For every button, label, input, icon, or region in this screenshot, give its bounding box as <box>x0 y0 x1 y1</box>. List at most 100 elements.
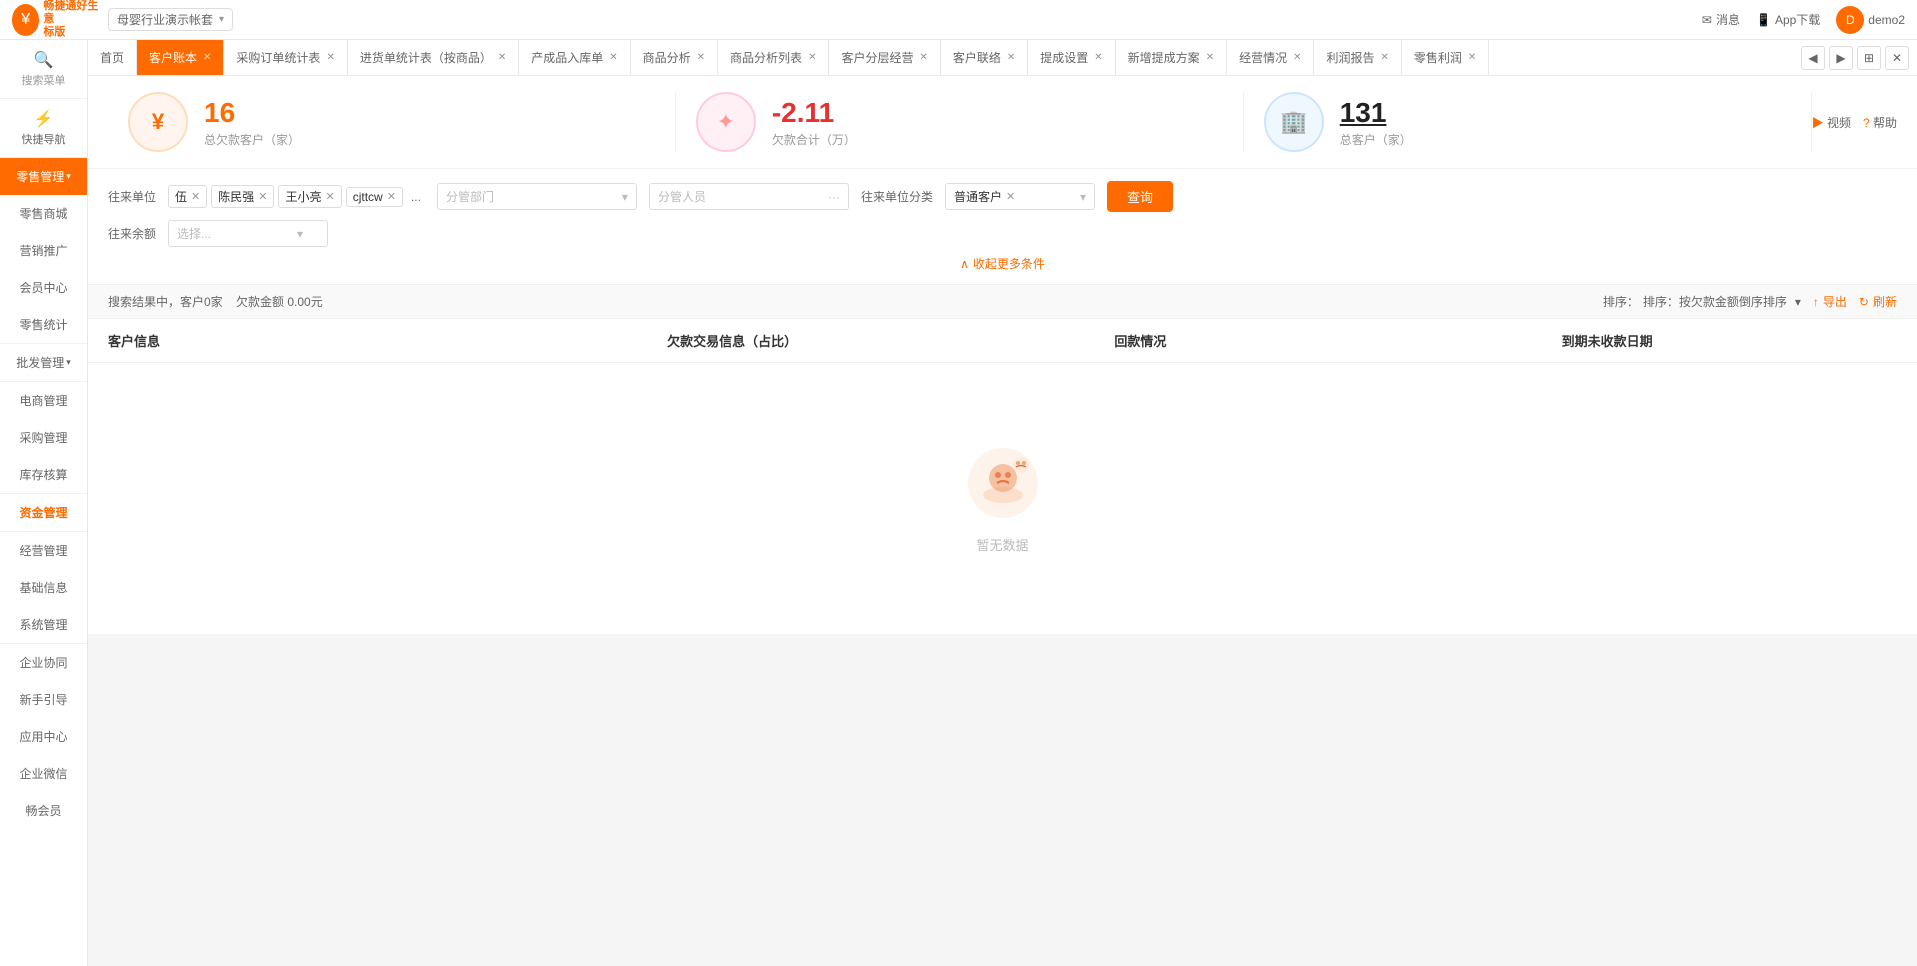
user-menu[interactable]: D demo2 <box>1836 6 1905 34</box>
col-header-customer: 客户信息 <box>108 331 667 350</box>
refresh-button[interactable]: ↻ 刷新 <box>1859 293 1897 310</box>
sidebar: 🔍 搜索菜单 ⚡ 快捷导航 零售管理 ▾ 零售商城 营销推广 会员中心 零售统计… <box>0 40 88 966</box>
help-link[interactable]: ? 帮助 <box>1863 114 1897 131</box>
message-button[interactable]: ✉ 消息 <box>1702 11 1740 28</box>
unit-filter-tags: 伍 ✕ 陈民强 ✕ 王小亮 ✕ cjttcw ✕ <box>168 185 425 208</box>
chevron-down-icon: ▾ <box>297 227 303 241</box>
balance-filter[interactable]: 选择... ▾ <box>168 220 328 247</box>
sidebar-item-system[interactable]: 系统管理 <box>0 606 87 644</box>
sidebar-search[interactable]: 🔍 搜索菜单 <box>0 40 87 99</box>
sidebar-item-wholesale-management[interactable]: 批发管理 ▾ <box>0 344 87 382</box>
page-top-actions: ▶ 视频 ? 帮助 <box>1812 114 1897 131</box>
result-info: 搜索结果中，客户0家 欠款金额 0.00元 <box>108 293 323 310</box>
collapse-button[interactable]: ∧ 收起更多条件 <box>960 255 1045 272</box>
sidebar-item-member[interactable]: 畅会员 <box>0 792 87 829</box>
sidebar-item-ecommerce[interactable]: 电商管理 <box>0 382 87 419</box>
filter-area: 往来单位 伍 ✕ 陈民强 ✕ 王小亮 ✕ <box>88 169 1917 285</box>
tab-close-icon[interactable]: ✕ <box>326 52 334 63</box>
app-download-button[interactable]: 📱 App下载 <box>1756 11 1820 28</box>
tab-close-icon[interactable]: ✕ <box>1007 52 1015 63</box>
chevron-up-icon: ∧ <box>960 257 969 271</box>
sidebar-item-operations[interactable]: 经营管理 <box>0 532 87 569</box>
sidebar-item-marketing[interactable]: 营销推广 <box>0 232 87 269</box>
person-filter[interactable]: 分管人员 ··· <box>649 183 849 210</box>
sidebar-item-retail-management[interactable]: 零售管理 ▾ <box>0 158 87 195</box>
tab-new-commission[interactable]: 新增提成方案 ✕ <box>1116 40 1227 76</box>
sidebar-item-enterprise-collab[interactable]: 企业协同 <box>0 644 87 681</box>
tab-close-icon[interactable]: ✕ <box>1381 52 1389 63</box>
tab-finished-goods[interactable]: 产成品入库单 ✕ <box>519 40 630 76</box>
stat-debt-total: ✦ -2.11 欠款合计（万） <box>676 92 1244 152</box>
tab-close-icon[interactable]: ✕ <box>609 52 617 63</box>
sidebar-item-finance[interactable]: 资金管理 <box>0 494 87 532</box>
sidebar-item-inventory[interactable]: 库存核算 <box>0 456 87 494</box>
store-selector[interactable]: 母婴行业演示帐套 ▾ <box>108 8 233 31</box>
tab-close-icon[interactable]: ✕ <box>203 52 211 63</box>
classify-tag[interactable]: 普通客户 ✕ <box>954 188 1015 205</box>
chevron-down-icon: ▾ <box>219 14 224 25</box>
tab-profit-report[interactable]: 利润报告 ✕ <box>1314 40 1401 76</box>
tab-close-icon[interactable]: ✕ <box>808 52 816 63</box>
tab-product-analysis-list[interactable]: 商品分析列表 ✕ <box>718 40 829 76</box>
tab-home[interactable]: 首页 <box>88 40 137 76</box>
avatar: D <box>1836 6 1864 34</box>
filter-tag-cjttcw[interactable]: cjttcw ✕ <box>346 187 403 207</box>
tab-prev-button[interactable]: ◀ <box>1801 46 1825 70</box>
tab-bar: 首页 客户账本 ✕ 采购订单统计表 ✕ 进货单统计表（按商品） ✕ 产成品入库单… <box>88 40 1917 76</box>
tab-close-icon[interactable]: ✕ <box>1094 52 1102 63</box>
ellipsis-icon: ··· <box>828 190 840 204</box>
search-icon: 🔍 <box>4 50 83 70</box>
tab-purchase-order-stats[interactable]: 采购订单统计表 ✕ <box>224 40 347 76</box>
tab-close-icon[interactable]: ✕ <box>1468 52 1476 63</box>
tab-next-button[interactable]: ▶ <box>1829 46 1853 70</box>
filter-more-tags[interactable]: ... <box>407 188 425 206</box>
chevron-down-icon: ▾ <box>1795 295 1801 309</box>
filter-tag-wang[interactable]: 王小亮 ✕ <box>278 185 341 208</box>
sidebar-item-app-center[interactable]: 应用中心 <box>0 718 87 755</box>
tab-business-status[interactable]: 经营情况 ✕ <box>1227 40 1314 76</box>
remove-tag-icon[interactable]: ✕ <box>387 190 396 203</box>
sidebar-quick-nav[interactable]: ⚡ 快捷导航 <box>0 99 87 158</box>
tab-customer-contact[interactable]: 客户联络 ✕ <box>941 40 1028 76</box>
sidebar-item-wechat[interactable]: 企业微信 <box>0 755 87 792</box>
tab-purchase-stats-by-product[interactable]: 进货单统计表（按商品） ✕ <box>348 40 519 76</box>
sidebar-item-purchase[interactable]: 采购管理 <box>0 419 87 456</box>
query-button[interactable]: 查询 <box>1107 181 1173 212</box>
tab-close-icon[interactable]: ✕ <box>919 52 927 63</box>
tab-close-icon[interactable]: ✕ <box>1206 52 1214 63</box>
sidebar-item-newbie[interactable]: 新手引导 <box>0 681 87 718</box>
sidebar-item-basic-info[interactable]: 基础信息 <box>0 569 87 606</box>
video-link[interactable]: ▶ 视频 <box>1812 114 1851 131</box>
tab-close-all-button[interactable]: ✕ <box>1885 46 1909 70</box>
stat-icon-total: 🏢 <box>1264 92 1324 152</box>
sort-selector[interactable]: 排序： 排序：按欠款金额倒序排序 ▾ <box>1603 293 1801 310</box>
filter-tag-chen[interactable]: 陈民强 ✕ <box>211 185 274 208</box>
col-header-repay: 回款情况 <box>1114 331 1561 350</box>
tab-close-icon[interactable]: ✕ <box>697 52 705 63</box>
filter-tag-wu[interactable]: 伍 ✕ <box>168 185 207 208</box>
sidebar-item-member-center[interactable]: 会员中心 <box>0 269 87 306</box>
empty-text: 暂无数据 <box>976 535 1028 554</box>
sidebar-item-retail-stats[interactable]: 零售统计 <box>0 306 87 344</box>
tab-retail-profit[interactable]: 零售利润 ✕ <box>1402 40 1489 76</box>
stat-customer-count: ¥ 16 总欠款客户（家） <box>108 92 676 152</box>
dept-filter[interactable]: 分管部门 ▾ <box>437 183 637 210</box>
tab-close-icon[interactable]: ✕ <box>498 52 506 63</box>
tab-product-analysis[interactable]: 商品分析 ✕ <box>631 40 718 76</box>
export-button[interactable]: ↑ 导出 <box>1813 293 1847 310</box>
remove-tag-icon[interactable]: ✕ <box>258 190 267 203</box>
tab-customer-ledger[interactable]: 客户账本 ✕ <box>137 40 224 76</box>
tab-customer-segment[interactable]: 客户分层经营 ✕ <box>829 40 940 76</box>
sidebar-item-retail-mall[interactable]: 零售商城 <box>0 195 87 232</box>
remove-tag-icon[interactable]: ✕ <box>191 190 200 203</box>
remove-classify-icon[interactable]: ✕ <box>1006 190 1015 203</box>
logo-text: 畅捷通好生意 标版 <box>43 0 100 39</box>
classify-filter[interactable]: 普通客户 ✕ ▾ <box>945 183 1095 210</box>
tab-commission-settings[interactable]: 提成设置 ✕ <box>1028 40 1115 76</box>
stats-bar: ¥ 16 总欠款客户（家） ✦ -2.11 欠款合计（万） 🏢 <box>88 76 1917 169</box>
remove-tag-icon[interactable]: ✕ <box>326 190 335 203</box>
top-right-actions: ✉ 消息 📱 App下载 D demo2 <box>1702 6 1905 34</box>
unit-filter-label: 往来单位 <box>108 188 156 205</box>
tab-more-button[interactable]: ⊞ <box>1857 46 1881 70</box>
tab-close-icon[interactable]: ✕ <box>1293 52 1301 63</box>
